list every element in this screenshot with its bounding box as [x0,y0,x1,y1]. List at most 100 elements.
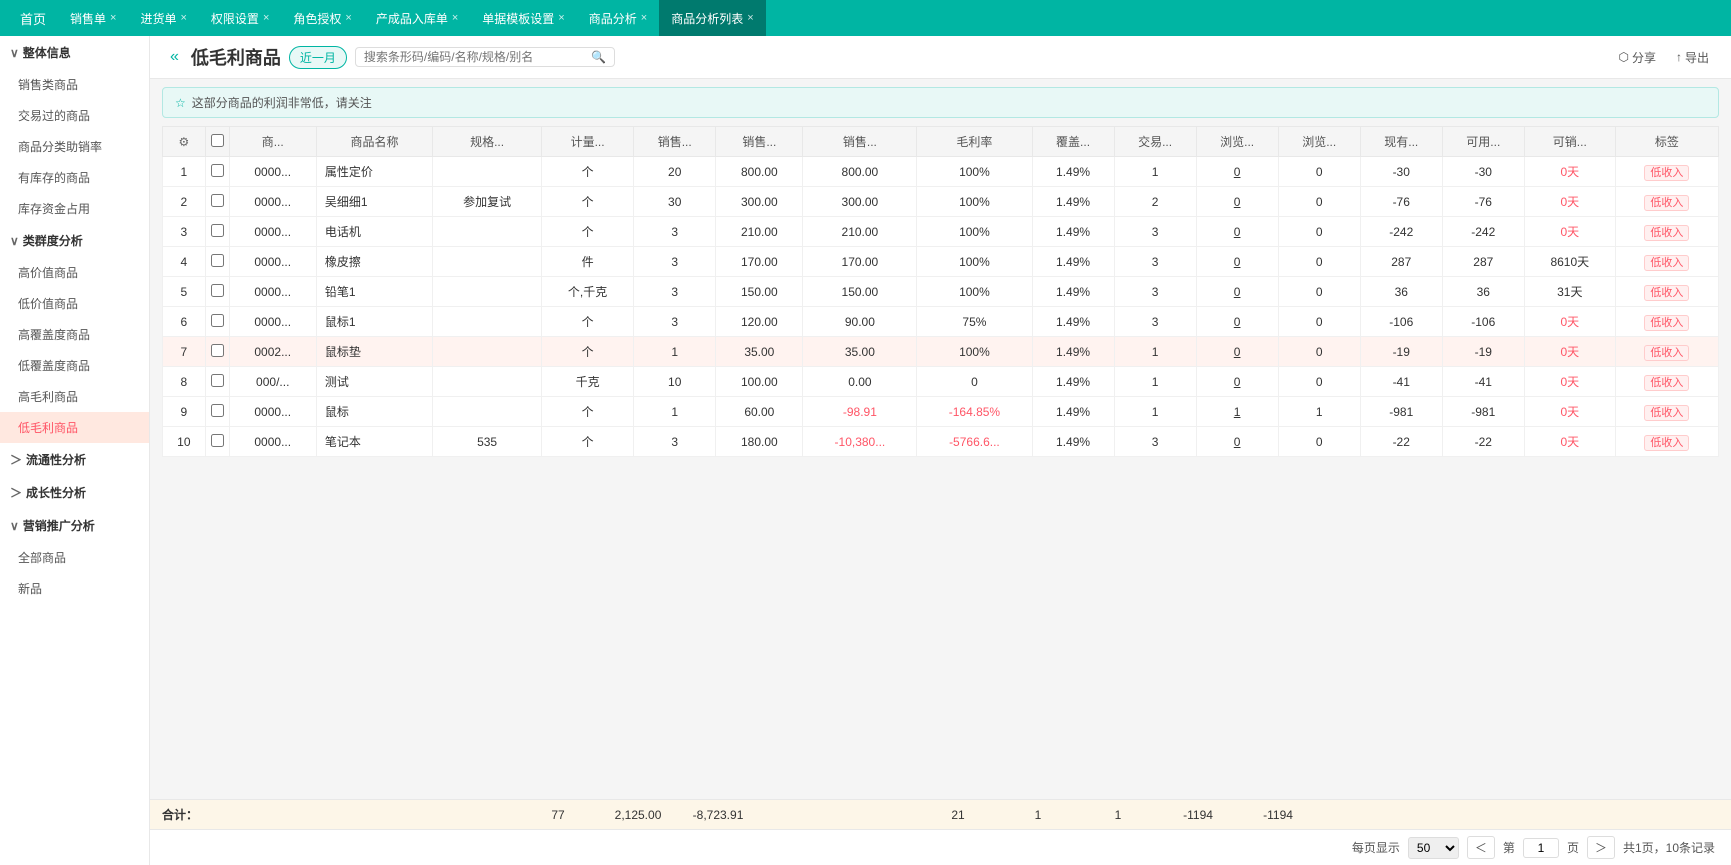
close-product-stock-icon[interactable]: × [452,12,458,24]
view1-link[interactable]: 0 [1234,225,1241,239]
row-checkbox[interactable] [205,157,229,187]
row-select-checkbox[interactable] [211,254,224,267]
row-checkbox[interactable] [205,337,229,367]
view1-link[interactable]: 0 [1234,285,1241,299]
nav-permission[interactable]: 权限设置 × [199,0,281,36]
share-button[interactable]: ⬡ 分享 [1612,46,1662,69]
search-icon[interactable]: 🔍 [591,50,606,64]
col-settings[interactable]: ⚙ [163,127,206,157]
row-select-checkbox[interactable] [211,164,224,177]
row-sales-count: 3 [634,427,716,457]
row-select-checkbox[interactable] [211,224,224,237]
row-name[interactable]: 鼠标 [316,397,432,427]
row-select-checkbox[interactable] [211,194,224,207]
close-purchase-order-icon[interactable]: × [180,12,186,24]
row-view1[interactable]: 0 [1196,427,1278,457]
row-select-checkbox[interactable] [211,374,224,387]
prev-page-button[interactable]: ＜ [1467,836,1495,859]
search-input[interactable] [364,50,591,64]
row-checkbox[interactable] [205,217,229,247]
row-view1[interactable]: 0 [1196,157,1278,187]
sidebar-item-high-coverage[interactable]: 高覆盖度商品 [0,319,149,350]
settings-icon[interactable]: ⚙ [178,135,189,149]
row-checkbox[interactable] [205,187,229,217]
nav-sales-order[interactable]: 销售单 × [58,0,128,36]
row-name[interactable]: 鼠标1 [316,307,432,337]
col-checkbox[interactable] [205,127,229,157]
sidebar-group-marketing[interactable]: ∨ 营销推广分析 [0,509,149,542]
row-select-checkbox[interactable] [211,314,224,327]
row-view1[interactable]: 0 [1196,307,1278,337]
view1-link[interactable]: 0 [1234,375,1241,389]
row-view1[interactable]: 0 [1196,187,1278,217]
row-name[interactable]: 属性定价 [316,157,432,187]
row-checkbox[interactable] [205,427,229,457]
view1-link[interactable]: 0 [1234,195,1241,209]
row-checkbox[interactable] [205,307,229,337]
sidebar-item-high-value[interactable]: 高价值商品 [0,257,149,288]
sidebar-item-low-coverage[interactable]: 低覆盖度商品 [0,350,149,381]
row-view1[interactable]: 0 [1196,247,1278,277]
sidebar-item-stock-capital[interactable]: 库存资金占用 [0,193,149,224]
close-product-analysis-icon[interactable]: × [641,12,647,24]
row-select-checkbox[interactable] [211,284,224,297]
sidebar-group-liquidity[interactable]: ＞ 流通性分析 [0,443,149,476]
view1-link[interactable]: 0 [1234,345,1241,359]
row-checkbox[interactable] [205,397,229,427]
row-select-checkbox[interactable] [211,434,224,447]
row-name[interactable]: 电话机 [316,217,432,247]
page-number-input[interactable] [1523,838,1559,858]
row-view1[interactable]: 0 [1196,277,1278,307]
export-button[interactable]: ↑ 导出 [1670,46,1715,69]
filter-period-button[interactable]: 近一月 [289,46,347,69]
view1-link[interactable]: 1 [1234,405,1241,419]
close-template-icon[interactable]: × [558,12,564,24]
view1-link[interactable]: 0 [1234,315,1241,329]
row-checkbox[interactable] [205,277,229,307]
row-checkbox[interactable] [205,367,229,397]
sidebar-item-category-sales-rate[interactable]: 商品分类助销率 [0,131,149,162]
row-name[interactable]: 鼠标垫 [316,337,432,367]
sidebar-group-growth[interactable]: ＞ 成长性分析 [0,476,149,509]
close-role-auth-icon[interactable]: × [345,12,351,24]
row-name[interactable]: 测试 [316,367,432,397]
nav-product-analysis[interactable]: 商品分析 × [577,0,659,36]
row-select-checkbox[interactable] [211,344,224,357]
view1-link[interactable]: 0 [1234,435,1241,449]
nav-purchase-order[interactable]: 进货单 × [128,0,198,36]
row-checkbox[interactable] [205,247,229,277]
row-view1[interactable]: 0 [1196,337,1278,367]
row-view1[interactable]: 0 [1196,367,1278,397]
sidebar-item-stock-products[interactable]: 有库存的商品 [0,162,149,193]
row-name[interactable]: 橡皮擦 [316,247,432,277]
row-name[interactable]: 铅笔1 [316,277,432,307]
close-permission-icon[interactable]: × [263,12,269,24]
row-select-checkbox[interactable] [211,404,224,417]
view1-link[interactable]: 0 [1234,255,1241,269]
per-page-select[interactable]: 50 100 200 [1408,837,1459,859]
sidebar-group-overall[interactable]: ∨ 整体信息 [0,36,149,69]
select-all-checkbox[interactable] [211,134,224,147]
nav-product-stock[interactable]: 产成品入库单 × [364,0,470,36]
sidebar-group-cluster[interactable]: ∨ 类群度分析 [0,224,149,257]
nav-template[interactable]: 单据模板设置 × [470,0,576,36]
nav-product-analysis-list[interactable]: 商品分析列表 × [659,0,765,36]
sidebar-collapse-button[interactable]: « [166,44,183,70]
close-product-analysis-list-icon[interactable]: × [747,12,753,24]
sidebar-item-high-gross[interactable]: 高毛利商品 [0,381,149,412]
nav-role-auth[interactable]: 角色授权 × [281,0,363,36]
next-page-button[interactable]: ＞ [1587,836,1615,859]
nav-home[interactable]: 首页 [8,0,58,36]
close-sales-order-icon[interactable]: × [110,12,116,24]
row-view1[interactable]: 1 [1196,397,1278,427]
row-name[interactable]: 笔记本 [316,427,432,457]
sidebar-item-all-products[interactable]: 全部商品 [0,542,149,573]
sidebar-item-new-products[interactable]: 新品 [0,573,149,604]
sidebar-item-traded-products[interactable]: 交易过的商品 [0,100,149,131]
sidebar-item-sales-products[interactable]: 销售类商品 [0,69,149,100]
row-view1[interactable]: 0 [1196,217,1278,247]
view1-link[interactable]: 0 [1234,165,1241,179]
sidebar-item-low-gross[interactable]: 低毛利商品 [0,412,149,443]
row-name[interactable]: 吴细细1 [316,187,432,217]
sidebar-item-low-value[interactable]: 低价值商品 [0,288,149,319]
